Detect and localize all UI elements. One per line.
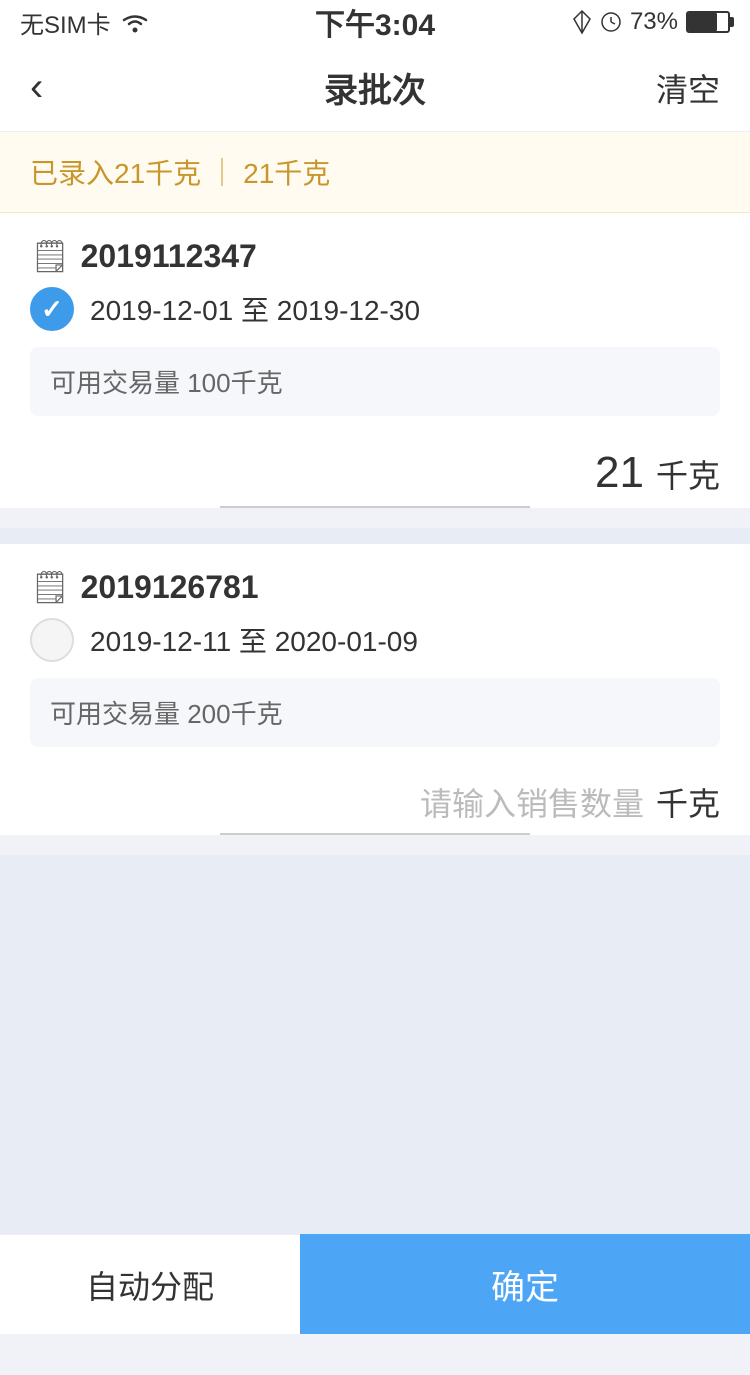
clear-button[interactable]: 清空 <box>656 65 720 111</box>
batch2-input-row: 千克 <box>0 763 750 833</box>
info-value: 21千克 <box>243 152 330 192</box>
gray-area <box>0 855 750 1275</box>
batch1-header: 🗒 2019112347 <box>0 213 750 283</box>
location-icon <box>572 9 592 35</box>
confirm-button[interactable]: 确定 <box>300 1234 750 1334</box>
clock-icon <box>600 11 622 33</box>
nav-title: 录批次 <box>324 63 426 112</box>
bottom-bar: 自动分配 确定 <box>0 1234 750 1334</box>
batch1-icon: 🗒 <box>30 237 71 275</box>
batch2-row: 2019-12-11 至 2020-01-09 <box>0 614 750 678</box>
batch-card-1: 🗒 2019112347 2019-12-01 至 2019-12-30 可用交… <box>0 213 750 508</box>
batch2-header: 🗒 2019126781 <box>0 544 750 614</box>
batch1-date: 2019-12-01 至 2019-12-30 <box>90 289 420 329</box>
status-time: 下午3:04 <box>315 0 435 44</box>
batch2-qty-input[interactable] <box>30 786 644 823</box>
info-banner: 已录入21千克 21千克 <box>0 132 750 213</box>
back-button[interactable]: ‹ <box>30 65 43 110</box>
status-right: 73% <box>572 8 730 36</box>
batch2-unit: 千克 <box>656 779 720 825</box>
batch1-quantity: 21 <box>595 448 644 498</box>
batch1-divider <box>220 506 530 508</box>
batch1-avail: 可用交易量 100千克 <box>30 347 720 416</box>
battery-percent: 73% <box>630 8 678 36</box>
batch1-row: 2019-12-01 至 2019-12-30 <box>0 283 750 347</box>
batch2-id: 2019126781 <box>81 569 259 606</box>
batch2-divider <box>220 833 530 835</box>
batch2-date: 2019-12-11 至 2020-01-09 <box>90 620 418 660</box>
nav-bar: ‹ 录批次 清空 <box>0 44 750 132</box>
carrier-label: 无SIM卡 <box>20 5 111 40</box>
status-bar: 无SIM卡 下午3:04 73% <box>0 0 750 44</box>
auto-distribute-button[interactable]: 自动分配 <box>0 1234 300 1334</box>
battery-icon <box>686 11 730 33</box>
batch2-radio[interactable] <box>30 618 74 662</box>
batch1-id: 2019112347 <box>81 238 257 275</box>
section-divider-1 <box>0 528 750 544</box>
batch1-quantity-row: 21 千克 <box>0 432 750 506</box>
info-divider <box>221 158 223 186</box>
batch2-icon: 🗒 <box>30 568 71 606</box>
wifi-icon <box>119 11 151 33</box>
batch1-radio[interactable] <box>30 287 74 331</box>
batch1-unit: 千克 <box>656 451 720 497</box>
batch-card-2: 🗒 2019126781 2019-12-11 至 2020-01-09 可用交… <box>0 544 750 835</box>
info-label: 已录入21千克 <box>30 152 201 192</box>
batch2-avail: 可用交易量 200千克 <box>30 678 720 747</box>
status-left: 无SIM卡 <box>20 5 151 40</box>
